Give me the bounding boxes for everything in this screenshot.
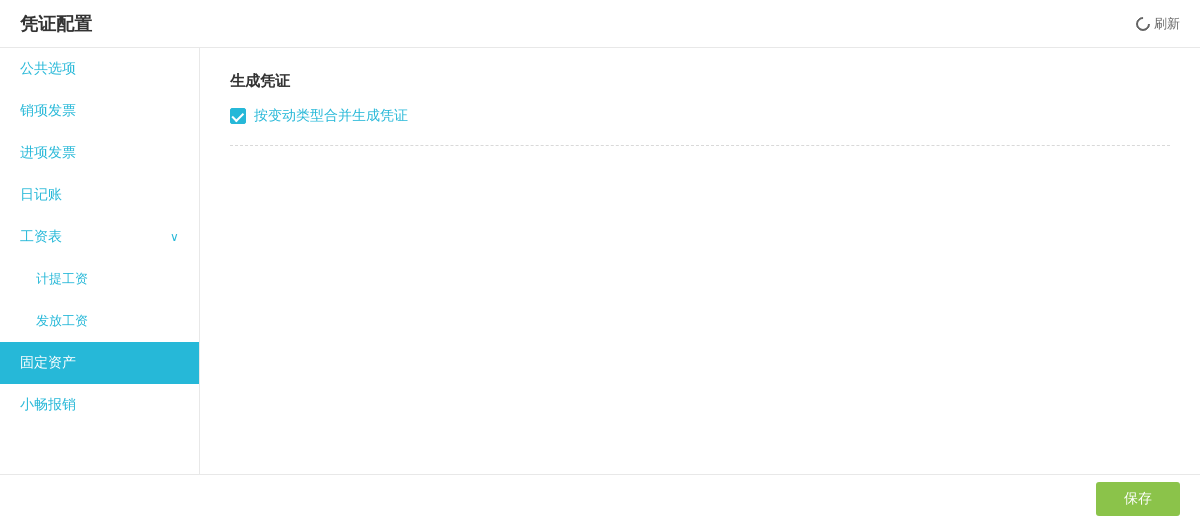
sidebar: 公共选项销项发票进项发票日记账工资表 ∨ 计提工资发放工资固定资产小畅报销 xyxy=(0,48,200,474)
refresh-icon xyxy=(1133,14,1153,34)
sidebar-item-sales-invoice[interactable]: 销项发票 xyxy=(0,90,199,132)
sidebar-item-issue-wages[interactable]: 发放工资 xyxy=(0,300,199,342)
refresh-label: 刷新 xyxy=(1154,15,1180,33)
section-title: 生成凭证 xyxy=(230,72,1170,91)
merge-by-type-label[interactable]: 按变动类型合并生成凭证 xyxy=(254,107,408,125)
refresh-button[interactable]: 刷新 xyxy=(1136,15,1180,33)
sidebar-item-expense-claim[interactable]: 小畅报销 xyxy=(0,384,199,426)
sidebar-item-fixed-assets[interactable]: 固定资产 xyxy=(0,342,199,384)
sidebar-item-label: 公共选项 xyxy=(20,60,76,78)
sidebar-item-journal[interactable]: 日记账 xyxy=(0,174,199,216)
sidebar-item-payroll[interactable]: 工资表 ∨ xyxy=(0,216,199,258)
chevron-down-icon: ∨ xyxy=(170,230,179,244)
sidebar-item-public[interactable]: 公共选项 xyxy=(0,48,199,90)
sidebar-item-label: 进项发票 xyxy=(20,144,76,162)
page-title: 凭证配置 xyxy=(20,12,92,36)
sidebar-item-purchase-invoice[interactable]: 进项发票 xyxy=(0,132,199,174)
sidebar-item-label: 日记账 xyxy=(20,186,62,204)
sidebar-item-label: 发放工资 xyxy=(36,312,88,330)
sidebar-item-label: 销项发票 xyxy=(20,102,76,120)
merge-by-type-checkbox[interactable] xyxy=(230,108,246,124)
footer: 保存 xyxy=(0,474,1200,522)
sidebar-item-accrual-wages[interactable]: 计提工资 xyxy=(0,258,199,300)
sidebar-item-label: 固定资产 xyxy=(20,354,76,372)
content-area: 生成凭证 按变动类型合并生成凭证 xyxy=(200,48,1200,474)
section-divider xyxy=(230,145,1170,146)
sidebar-item-label: 工资表 xyxy=(20,228,62,246)
main-layout: 公共选项销项发票进项发票日记账工资表 ∨ 计提工资发放工资固定资产小畅报销 生成凭证… xyxy=(0,48,1200,474)
save-button[interactable]: 保存 xyxy=(1096,482,1180,516)
header: 凭证配置 刷新 xyxy=(0,0,1200,48)
sidebar-item-label: 小畅报销 xyxy=(20,396,76,414)
checkbox-row: 按变动类型合并生成凭证 xyxy=(230,107,1170,125)
sidebar-item-label: 计提工资 xyxy=(36,270,88,288)
